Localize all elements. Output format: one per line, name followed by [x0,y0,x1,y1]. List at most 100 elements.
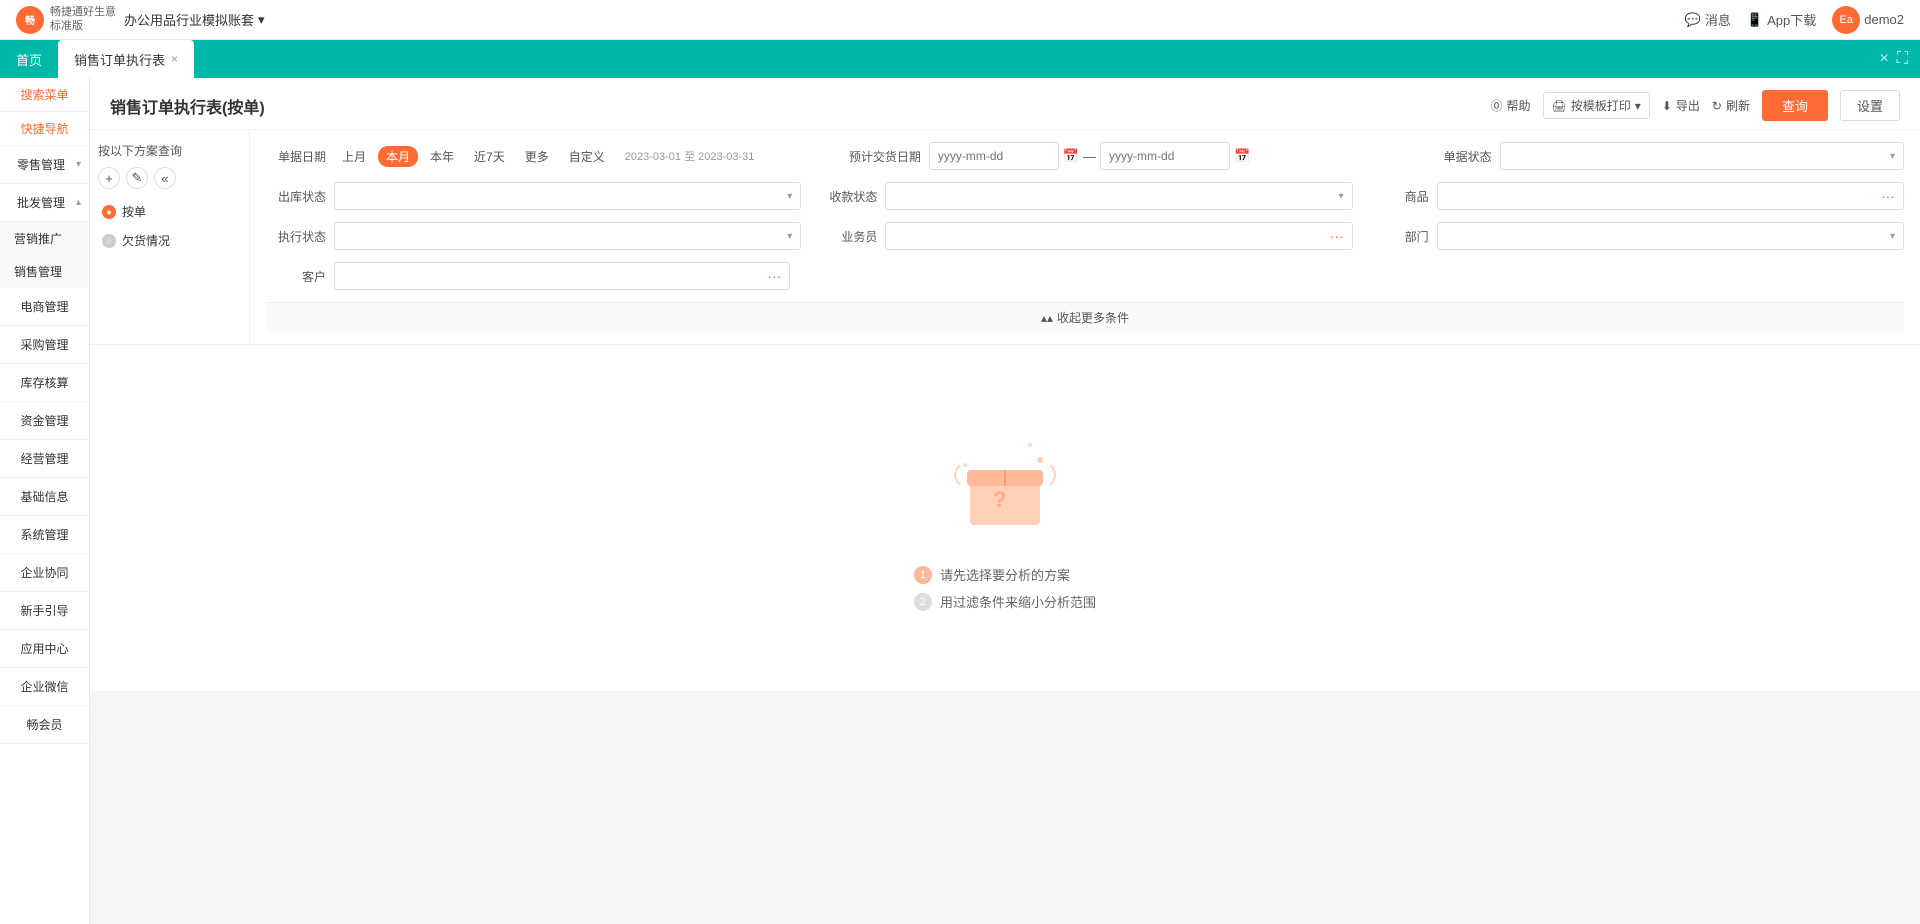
sidebar: 搜索菜单 快捷导航 零售管理 ▾ 批发管理 ▴ 营销推广 销售管理 电商管理 采… [0,78,90,924]
payment-arrow-icon: ▾ [1339,191,1344,202]
date-tab-last-7[interactable]: 近7天 [466,146,513,167]
refresh-btn[interactable]: ↻ 刷新 [1712,97,1750,114]
exec-status-select[interactable]: ▾ [334,222,801,250]
expected-delivery-inputs: 📅 — 📅 [929,142,1250,170]
expected-delivery-label: 预计交货日期 [849,148,921,165]
scheme-icon-inactive: ○ [102,234,116,248]
logo-text: 畅捷通好生意 标准版 [50,6,116,32]
dept-arrow-icon: ▾ [1890,231,1895,242]
order-status-select[interactable]: ▾ [1500,142,1904,170]
sidebar-item-system[interactable]: 系统管理 [0,516,89,554]
product-dots-btn[interactable]: ··· [1881,188,1895,204]
salesperson-dots-btn[interactable]: ··· [1330,228,1344,244]
tab-sales-order-exec[interactable]: 销售订单执行表 × [58,40,194,78]
date-tab-this-month[interactable]: 本月 [378,146,418,167]
export-btn[interactable]: ⬇ 导出 [1662,97,1700,114]
exec-arrow-icon: ▾ [787,231,792,242]
page-container: 销售订单执行表(按单) ⓪ 帮助 🖨 按模板打印 ▾ ⬇ 导出 [90,78,1920,691]
filter-row-3: 执行状态 ▾ 业务员 ··· [266,222,1904,250]
sidebar-item-ecommerce[interactable]: 电商管理 [0,288,89,326]
help-icon: ⓪ [1491,97,1503,114]
calendar-start-icon[interactable]: 📅 [1063,148,1079,164]
collapse-more-btn[interactable]: ▴▴ 收起更多条件 [266,302,1904,332]
query-button[interactable]: 查询 [1762,90,1828,121]
order-status-label: 单据状态 [1432,148,1492,165]
filter-right-panel: 单据日期 上月 本月 本年 近7天 更多 自定义 2023-03-01 至 20… [250,130,1920,344]
page-header: 销售订单执行表(按单) ⓪ 帮助 🖨 按模板打印 ▾ ⬇ 导出 [90,78,1920,130]
message-btn[interactable]: 💬 消息 [1685,10,1731,29]
delivery-status-label: 出库状态 [266,188,326,205]
date-tab-last-month[interactable]: 上月 [334,146,374,167]
tab-fullscreen-icon[interactable]: ⛶ [1897,50,1908,68]
department-select[interactable]: ▾ [1437,222,1904,250]
filter-left-title: 按以下方案查询 [98,142,241,159]
sidebar-item-quick-nav[interactable]: 快捷导航 [0,112,89,146]
date-tab-this-year[interactable]: 本年 [422,146,462,167]
page-title: 销售订单执行表(按单) [110,94,265,118]
payment-status-select[interactable]: ▾ [885,182,1352,210]
nav-tabs: 首页 销售订单执行表 × × ⛶ [0,40,1920,78]
content-area: 销售订单执行表(按单) ⓪ 帮助 🖨 按模板打印 ▾ ⬇ 导出 [90,78,1920,924]
empty-steps: 1 请先选择要分析的方案 2 用过滤条件来缩小分析范围 [914,565,1096,611]
customer-label: 客户 [266,268,326,285]
expected-delivery-start[interactable] [929,142,1059,170]
page-header-actions: ⓪ 帮助 🖨 按模板打印 ▾ ⬇ 导出 ↻ 刷新 [1491,90,1901,121]
calendar-end-icon[interactable]: 📅 [1234,148,1250,164]
sidebar-item-app-center[interactable]: 应用中心 [0,630,89,668]
empty-step-2: 2 用过滤条件来缩小分析范围 [914,592,1096,611]
sidebar-item-inventory[interactable]: 库存核算 [0,364,89,402]
sidebar-item-sales-mgmt[interactable]: 销售管理 [0,255,89,288]
sidebar-item-vip[interactable]: 畅会员 [0,706,89,744]
collapse-left-btn[interactable]: « [154,167,176,189]
department-label: 部门 [1369,228,1429,245]
sidebar-item-zero-retail[interactable]: 零售管理 ▾ [0,146,89,184]
filter-row-1: 单据日期 上月 本月 本年 近7天 更多 自定义 2023-03-01 至 20… [266,142,1904,170]
filter-panel: 按以下方案查询 + ✎ « ● 按单 ○ 欠货情况 [90,130,1920,344]
refresh-icon: ↻ [1712,99,1722,113]
sidebar-item-newbie[interactable]: 新手引导 [0,592,89,630]
date-tab-more[interactable]: 更多 [517,146,557,167]
filter-row-2: 出库状态 ▾ 收款状态 ▾ [266,182,1904,210]
export-icon: ⬇ [1662,99,1672,113]
sidebar-item-marketing[interactable]: 营销推广 [0,222,89,255]
sidebar-item-wholesale[interactable]: 批发管理 ▴ [0,184,89,222]
sidebar-item-finance[interactable]: 资金管理 [0,402,89,440]
customer-dots-btn[interactable]: ··· [767,268,781,284]
app-download-btn[interactable]: 📱 App下载 [1747,10,1816,29]
tab-close-icon[interactable]: × [171,52,178,66]
empty-state: ? 1 请先选择要分析的方案 2 用过滤条件来缩小分析范围 [90,345,1920,691]
sidebar-item-enterprise[interactable]: 企业协同 [0,554,89,592]
product-label: 商品 [1369,188,1429,205]
edit-scheme-btn[interactable]: ✎ [126,167,148,189]
scheme-by-order[interactable]: ● 按单 [98,197,241,226]
sidebar-item-operations[interactable]: 经营管理 [0,440,89,478]
print-chevron-icon: ▾ [1635,99,1641,113]
filter-left-panel: 按以下方案查询 + ✎ « ● 按单 ○ 欠货情况 [90,130,250,344]
user-area[interactable]: × Ea demo2 [1832,6,1904,34]
help-btn[interactable]: ⓪ 帮助 [1491,97,1531,114]
tab-home[interactable]: 首页 [0,40,58,78]
scheme-by-owe[interactable]: ○ 欠货情况 [98,226,241,255]
expected-delivery-end[interactable] [1100,142,1230,170]
app-selector[interactable]: 办公用品行业模拟账套 ▾ [124,10,265,29]
delivery-arrow-icon: ▾ [787,191,792,202]
svg-text:?: ? [993,487,1006,512]
empty-step-1: 1 请先选择要分析的方案 [914,565,1070,584]
collapse-icon: ▴▴ [1041,311,1053,325]
top-header: 畅 畅捷通好生意 标准版 办公用品行业模拟账套 ▾ 💬 消息 📱 App下载 ×… [0,0,1920,40]
sidebar-item-enterprise-wechat[interactable]: 企业微信 [0,668,89,706]
logo-icon: 畅 [16,6,44,34]
add-scheme-btn[interactable]: + [98,167,120,189]
sidebar-item-purchase[interactable]: 采购管理 [0,326,89,364]
date-tab-custom[interactable]: 自定义 [561,146,613,167]
delivery-status-select[interactable]: ▾ [334,182,801,210]
payment-status-label: 收款状态 [817,188,877,205]
template-print-btn[interactable]: 🖨 按模板打印 ▾ [1543,92,1650,119]
sidebar-item-basic-info[interactable]: 基础信息 [0,478,89,516]
filter-left-actions: + ✎ « [98,167,241,189]
exec-status-label: 执行状态 [266,228,326,245]
settings-button[interactable]: 设置 [1840,90,1900,121]
selector-chevron-icon: ▾ [258,12,265,28]
tab-close-all-icon[interactable]: × [1879,50,1888,68]
sidebar-search[interactable]: 搜索菜单 [0,78,89,112]
